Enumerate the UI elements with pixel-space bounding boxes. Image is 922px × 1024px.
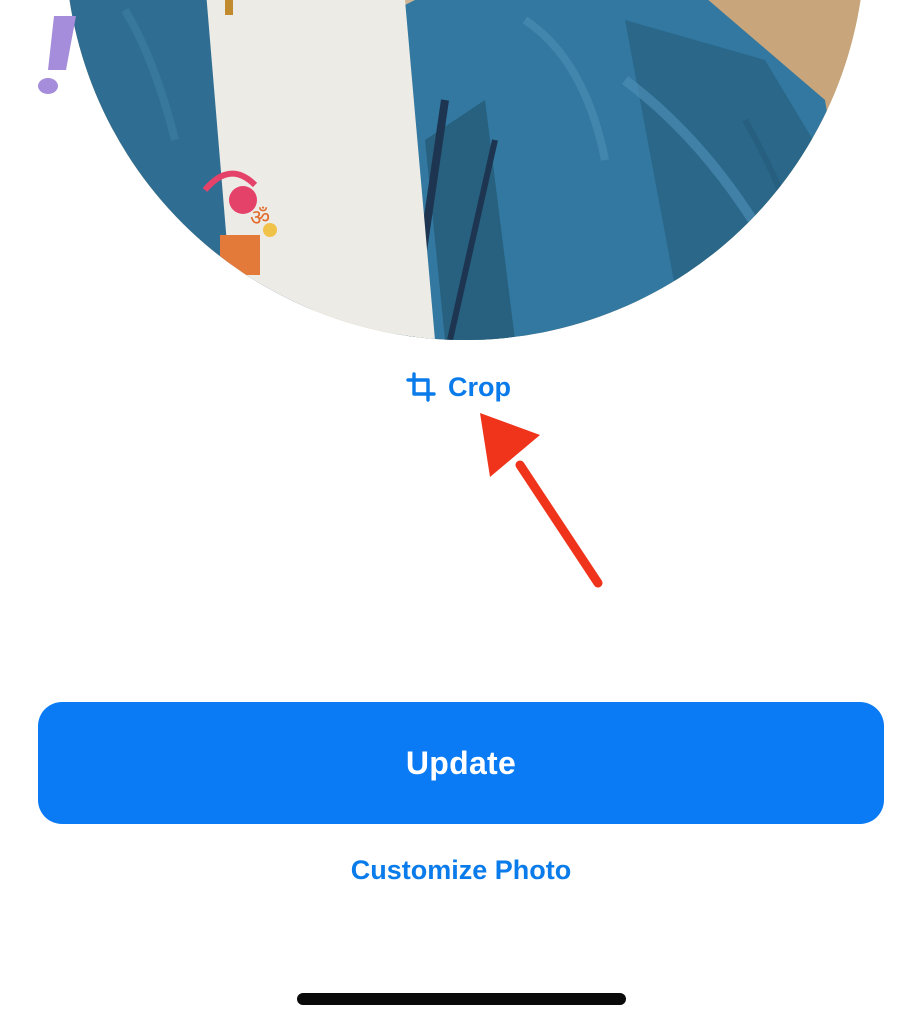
crop-button[interactable]: Crop: [406, 366, 511, 408]
home-indicator[interactable]: [297, 993, 626, 1005]
crop-icon: [406, 372, 436, 402]
annotation-arrow-icon: [480, 413, 603, 588]
crop-label: Crop: [448, 371, 511, 402]
update-label: Update: [405, 744, 517, 781]
customize-photo-button[interactable]: Customize Photo: [0, 848, 922, 892]
photo-editor-screen: ॐ Crop Update Customize Photo: [0, 0, 922, 1024]
update-button[interactable]: Update: [38, 702, 884, 824]
exclamation-sticker-icon: [38, 16, 76, 94]
profile-photo-preview: ॐ: [65, 0, 865, 340]
